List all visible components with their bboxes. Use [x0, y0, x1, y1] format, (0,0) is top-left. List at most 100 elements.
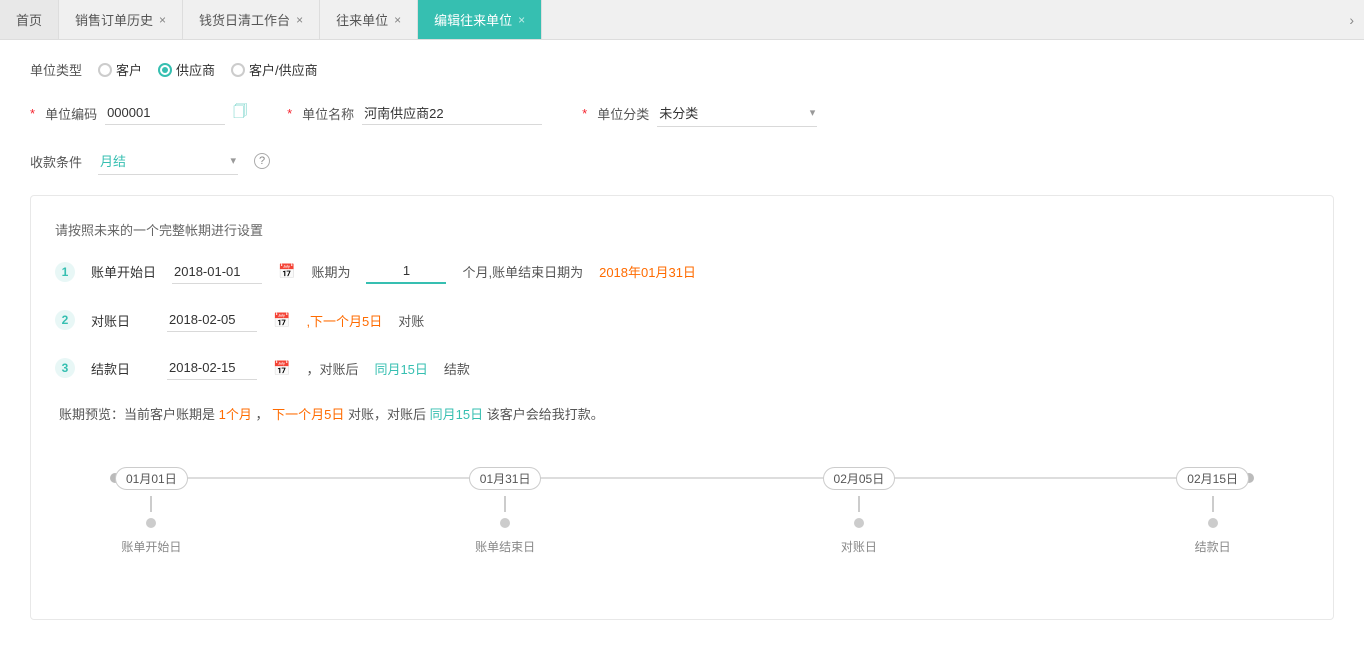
timeline-point-1: 01月31日 账单结束日: [469, 467, 542, 555]
tab-sales-history[interactable]: 销售订单历史 ×: [59, 0, 183, 39]
unit-class-group: * 单位分类 未分类 ▾: [582, 99, 817, 127]
payment-teal-text: 同月15日: [374, 359, 427, 378]
tab-cash-work-close[interactable]: ×: [296, 14, 303, 26]
preview-mid1: ，: [256, 407, 269, 422]
timeline-label-2: 对账日: [841, 538, 877, 555]
payment-condition-chevron: ▾: [230, 154, 236, 167]
end-date-highlight: 2018年01月31日: [599, 262, 696, 281]
preview-mid2: 对账，对账后: [348, 407, 426, 422]
payment-help-icon[interactable]: ?: [254, 153, 270, 169]
timeline-points: 01月01日 账单开始日 01月31日 账单结束日 02月05日 对账日: [95, 467, 1269, 555]
setting-label-3: 结款日: [91, 359, 151, 378]
timeline-connector-0: [150, 496, 152, 512]
unit-class-chevron: ▾: [810, 106, 816, 119]
payment-condition-value: 月结: [100, 151, 126, 170]
payment-condition-select[interactable]: 月结 ▾: [98, 147, 238, 175]
reconcile-suffix: 对账: [398, 311, 424, 330]
timeline-badge-2: 02月05日: [823, 467, 896, 490]
timeline-dot-0: [146, 518, 156, 528]
period-input[interactable]: [366, 259, 446, 284]
main-content: 单位类型 客户 供应商 客户/供应商 * 单位编码 🗍 * 单位名称: [0, 40, 1364, 656]
period-label: 账期为: [311, 262, 350, 281]
tab-bar: 首页 销售订单历史 × 钱货日清工作台 × 往来单位 × 编辑往来单位 × ›: [0, 0, 1364, 40]
timeline-dot-2: [854, 518, 864, 528]
payment-prefix: ，对账后: [306, 359, 358, 378]
timeline-connector-1: [504, 496, 506, 512]
payment-date-cal-icon[interactable]: 📅: [273, 360, 290, 377]
payment-condition-label: 收款条件: [30, 152, 82, 171]
radio-both[interactable]: 客户/供应商: [231, 60, 318, 79]
unit-type-label: 单位类型: [30, 60, 82, 79]
radio-both-label: 客户/供应商: [249, 60, 318, 79]
timeline-label-3: 结款日: [1195, 538, 1231, 555]
setting-num-1: 1: [55, 262, 75, 282]
timeline-label-1: 账单结束日: [475, 538, 535, 555]
timeline-badge-3: 02月15日: [1176, 467, 1249, 490]
reconcile-orange-text: ,下一个月5日: [306, 311, 382, 330]
timeline-badge-1: 01月31日: [469, 467, 542, 490]
setting-row-2: 2 对账日 📅 ,下一个月5日 对账: [55, 308, 1309, 332]
preview-orange1: 1个月: [219, 407, 252, 422]
setting-num-2: 2: [55, 310, 75, 330]
tab-sales-history-close[interactable]: ×: [159, 14, 166, 26]
timeline-dot-1: [500, 518, 510, 528]
unit-class-star: *: [582, 106, 587, 121]
tab-home[interactable]: 首页: [0, 0, 59, 39]
timeline: 01月01日 账单开始日 01月31日 账单结束日 02月05日 对账日: [55, 447, 1309, 595]
setting-row-1: 1 账单开始日 📅 账期为 个月,账单结束日期为 2018年01月31日: [55, 259, 1309, 284]
tab-edit-partner[interactable]: 编辑往来单位 ×: [418, 0, 542, 39]
tab-partner-unit-label: 往来单位: [336, 10, 388, 29]
start-date-input[interactable]: [172, 260, 262, 284]
reconcile-date-input[interactable]: [167, 308, 257, 332]
unit-class-select[interactable]: 未分类 ▾: [657, 99, 817, 127]
unit-name-group: * 单位名称: [287, 101, 542, 125]
unit-code-icon[interactable]: 🗍: [233, 101, 247, 125]
setting-label-1: 账单开始日: [91, 262, 156, 281]
tab-edit-partner-close[interactable]: ×: [518, 14, 525, 26]
unit-class-value: 未分类: [659, 103, 698, 122]
unit-code-input[interactable]: [105, 101, 225, 125]
timeline-connector-2: [858, 496, 860, 512]
preview-teal: 同月15日: [430, 407, 483, 422]
payment-condition-row: 收款条件 月结 ▾ ?: [30, 147, 1334, 175]
setting-label-2: 对账日: [91, 311, 151, 330]
timeline-point-0: 01月01日 账单开始日: [115, 467, 188, 555]
tab-cash-work[interactable]: 钱货日清工作台 ×: [183, 0, 320, 39]
tab-scroll-right[interactable]: ›: [1339, 0, 1364, 39]
tab-edit-partner-label: 编辑往来单位: [434, 10, 512, 29]
preview-label: 账期预览：当前客户账期是: [59, 407, 215, 422]
unit-type-radio-group: 客户 供应商 客户/供应商: [98, 60, 318, 79]
radio-supplier-label: 供应商: [176, 60, 215, 79]
tab-partner-unit[interactable]: 往来单位 ×: [320, 0, 418, 39]
start-date-cal-icon[interactable]: 📅: [278, 263, 295, 280]
tab-sales-history-label: 销售订单历史: [75, 10, 153, 29]
payment-suffix: 结款: [444, 359, 470, 378]
unit-type-row: 单位类型 客户 供应商 客户/供应商: [30, 60, 1334, 79]
tab-cash-work-label: 钱货日清工作台: [199, 10, 290, 29]
radio-supplier-circle: [158, 63, 172, 77]
setting-num-3: 3: [55, 358, 75, 378]
unit-code-label: 单位编码: [45, 104, 97, 123]
unit-class-label: 单位分类: [597, 104, 649, 123]
unit-info-row: * 单位编码 🗍 * 单位名称 * 单位分类 未分类 ▾: [30, 99, 1334, 127]
unit-name-label: 单位名称: [302, 104, 354, 123]
radio-supplier[interactable]: 供应商: [158, 60, 215, 79]
timeline-badge-0: 01月01日: [115, 467, 188, 490]
settings-box: 请按照未来的一个完整帐期进行设置 1 账单开始日 📅 账期为 个月,账单结束日期…: [30, 195, 1334, 620]
timeline-point-3: 02月15日 结款日: [1176, 467, 1249, 555]
unit-name-input[interactable]: [362, 101, 542, 125]
tab-home-label: 首页: [16, 10, 42, 29]
payment-date-input[interactable]: [167, 356, 257, 380]
unit-code-star: *: [30, 106, 35, 121]
setting-row-3: 3 结款日 📅 ，对账后 同月15日 结款: [55, 356, 1309, 380]
unit-code-group: * 单位编码 🗍: [30, 101, 247, 125]
timeline-label-0: 账单开始日: [121, 538, 181, 555]
tab-partner-unit-close[interactable]: ×: [394, 14, 401, 26]
preview-end: 该客户会给我打款。: [487, 407, 604, 422]
radio-customer-circle: [98, 63, 112, 77]
preview-text: 账期预览：当前客户账期是 1个月 ， 下一个月5日 对账，对账后 同月15日 该…: [55, 404, 1309, 423]
period-suffix: 个月,账单结束日期为: [462, 262, 583, 281]
reconcile-date-cal-icon[interactable]: 📅: [273, 312, 290, 329]
timeline-connector-3: [1212, 496, 1214, 512]
radio-customer[interactable]: 客户: [98, 60, 142, 79]
